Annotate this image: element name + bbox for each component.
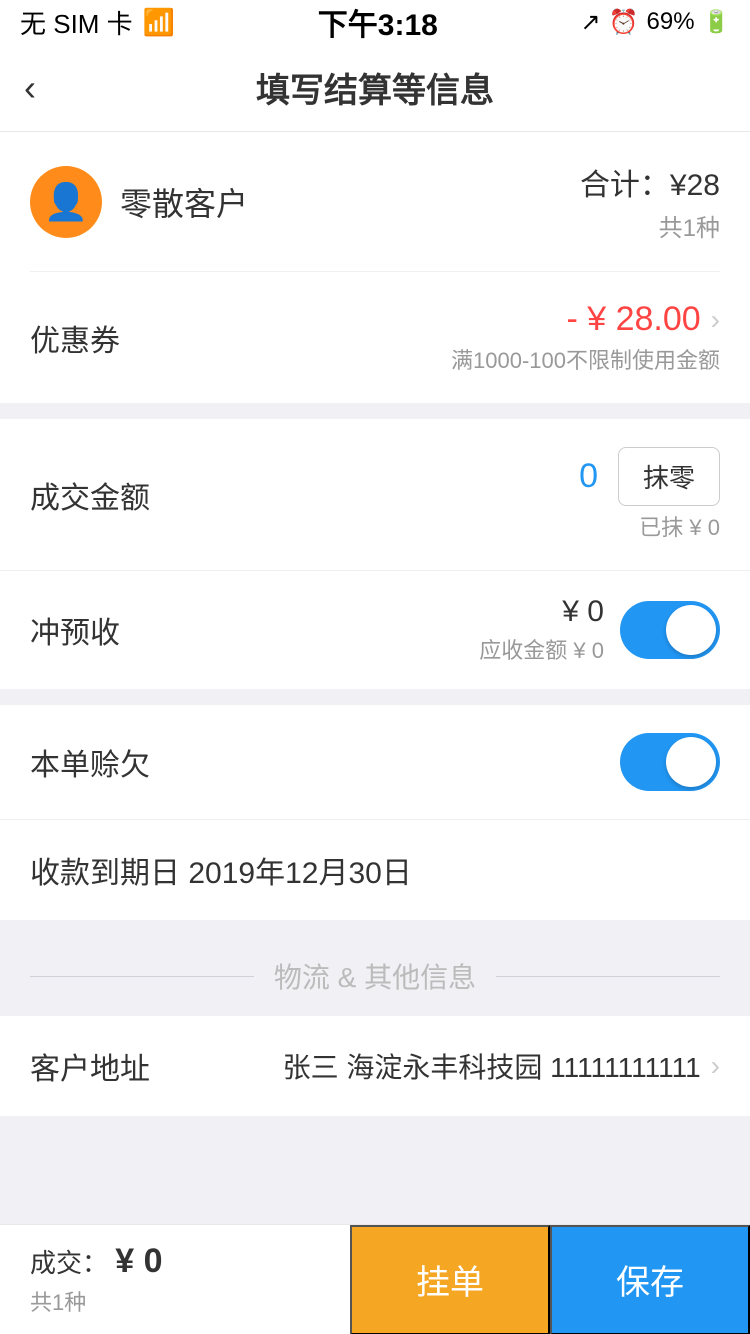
bottom-deal-row: 成交： ¥ 0 bbox=[30, 1242, 320, 1281]
advance-payment-row: 冲预收 ¥ 0 应收金额 ¥ 0 bbox=[0, 571, 750, 689]
advance-amount: ¥ 0 bbox=[479, 595, 604, 629]
deal-amount-label: 成交金额 bbox=[30, 473, 150, 517]
status-bar: 无 SIM 卡 📶 下午3:18 ↗ ⏰ 69% 🔋 bbox=[0, 0, 750, 44]
due-date-value: 2019年12月30日 bbox=[188, 857, 411, 890]
coupon-discount: - ¥ 28.00 bbox=[566, 300, 700, 339]
round-off-button[interactable]: 抹零 bbox=[618, 447, 720, 506]
avatar-icon: 👤 bbox=[44, 181, 89, 223]
content: 👤 零散客户 合计：¥28 共1种 优惠券 - ¥ 28.00 › 满1000-… bbox=[0, 132, 750, 1236]
coupon-desc: 满1000-100不限制使用金额 bbox=[451, 343, 720, 375]
logistics-divider-right bbox=[496, 976, 720, 977]
deal-amount-value[interactable]: 0 bbox=[558, 457, 598, 496]
total-amount: 合计：¥28 bbox=[580, 160, 720, 204]
bottom-info: 成交： ¥ 0 共1种 bbox=[0, 1242, 350, 1317]
total-count: 共1种 bbox=[580, 208, 720, 243]
customer-row: 👤 零散客户 合计：¥28 共1种 bbox=[0, 132, 750, 271]
wifi-icon: 📶 bbox=[143, 7, 175, 38]
coupon-right-block: - ¥ 28.00 › 满1000-100不限制使用金额 bbox=[451, 300, 720, 375]
battery-icon: 🔋 bbox=[703, 9, 730, 35]
address-chevron-icon: › bbox=[711, 1050, 720, 1082]
section-gap-2 bbox=[0, 920, 750, 936]
customer-name: 零散客户 bbox=[120, 179, 248, 225]
advance-amount-block: ¥ 0 应收金额 ¥ 0 bbox=[479, 595, 604, 665]
due-date-row: 收款到期日 2019年12月30日 bbox=[0, 819, 750, 920]
page-title: 填写结算等信息 bbox=[256, 63, 494, 112]
logistics-section-header: 物流 & 其他信息 bbox=[0, 936, 750, 1016]
logistics-divider-left bbox=[30, 976, 254, 977]
alarm-icon: ⏰ bbox=[609, 8, 639, 37]
coupon-label: 优惠券 bbox=[30, 316, 120, 360]
arrears-toggle[interactable] bbox=[620, 733, 720, 791]
customer-card: 👤 零散客户 合计：¥28 共1种 优惠券 - ¥ 28.00 › 满1000-… bbox=[0, 132, 750, 403]
bottom-count: 共1种 bbox=[30, 1285, 320, 1317]
arrears-label: 本单赊欠 bbox=[30, 740, 150, 784]
due-date-text: 收款到期日 2019年12月30日 bbox=[30, 857, 412, 890]
bottom-deal-label: 成交： bbox=[30, 1248, 108, 1278]
status-time: 下午3:18 bbox=[318, 0, 438, 44]
address-value: 张三 海淀永丰科技园 11111111111 bbox=[180, 1046, 701, 1086]
bottom-deal-amount: ¥ 0 bbox=[115, 1242, 162, 1280]
location-icon: ↗ bbox=[581, 8, 601, 37]
toggle-knob bbox=[666, 605, 716, 655]
avatar: 👤 bbox=[30, 166, 102, 238]
coupon-row[interactable]: 优惠券 - ¥ 28.00 › 满1000-100不限制使用金额 bbox=[0, 272, 750, 403]
customer-left: 👤 零散客户 bbox=[30, 166, 248, 238]
section-gap-1 bbox=[0, 689, 750, 705]
status-left: 无 SIM 卡 📶 bbox=[20, 4, 175, 41]
nav-bar: ‹ 填写结算等信息 bbox=[0, 44, 750, 132]
hang-order-button[interactable]: 挂单 bbox=[350, 1225, 550, 1334]
arrears-row: 本单赊欠 bbox=[0, 705, 750, 819]
back-button[interactable]: ‹ bbox=[24, 67, 36, 109]
transaction-card: 成交金额 0 抹零 已抹 ¥ 0 冲预收 ¥ 0 应收金额 ¥ 0 bbox=[0, 419, 750, 689]
advance-payment-right: ¥ 0 应收金额 ¥ 0 bbox=[479, 595, 720, 665]
deal-amount-row: 成交金额 0 抹零 已抹 ¥ 0 bbox=[0, 419, 750, 571]
advance-sub: 应收金额 ¥ 0 bbox=[479, 633, 604, 665]
deal-amount-note: 已抹 ¥ 0 bbox=[558, 510, 720, 542]
logistics-label: 物流 & 其他信息 bbox=[254, 956, 496, 996]
deal-amount-right: 0 抹零 已抹 ¥ 0 bbox=[558, 447, 720, 542]
save-button[interactable]: 保存 bbox=[550, 1225, 750, 1334]
battery-level: 69% bbox=[647, 8, 695, 36]
due-date-label: 收款到期日 bbox=[30, 857, 180, 890]
status-right: ↗ ⏰ 69% 🔋 bbox=[581, 8, 730, 37]
address-label: 客户地址 bbox=[30, 1044, 150, 1088]
chevron-right-icon: › bbox=[711, 304, 720, 336]
advance-payment-toggle[interactable] bbox=[620, 601, 720, 659]
arrears-toggle-knob bbox=[666, 737, 716, 787]
customer-right: 合计：¥28 共1种 bbox=[580, 160, 720, 243]
bottom-bar: 成交： ¥ 0 共1种 挂单 保存 bbox=[0, 1224, 750, 1334]
sim-status: 无 SIM 卡 bbox=[20, 4, 133, 41]
arrears-card: 本单赊欠 收款到期日 2019年12月30日 bbox=[0, 705, 750, 920]
address-row[interactable]: 客户地址 张三 海淀永丰科技园 11111111111 › bbox=[0, 1016, 750, 1116]
advance-payment-label: 冲预收 bbox=[30, 608, 120, 652]
